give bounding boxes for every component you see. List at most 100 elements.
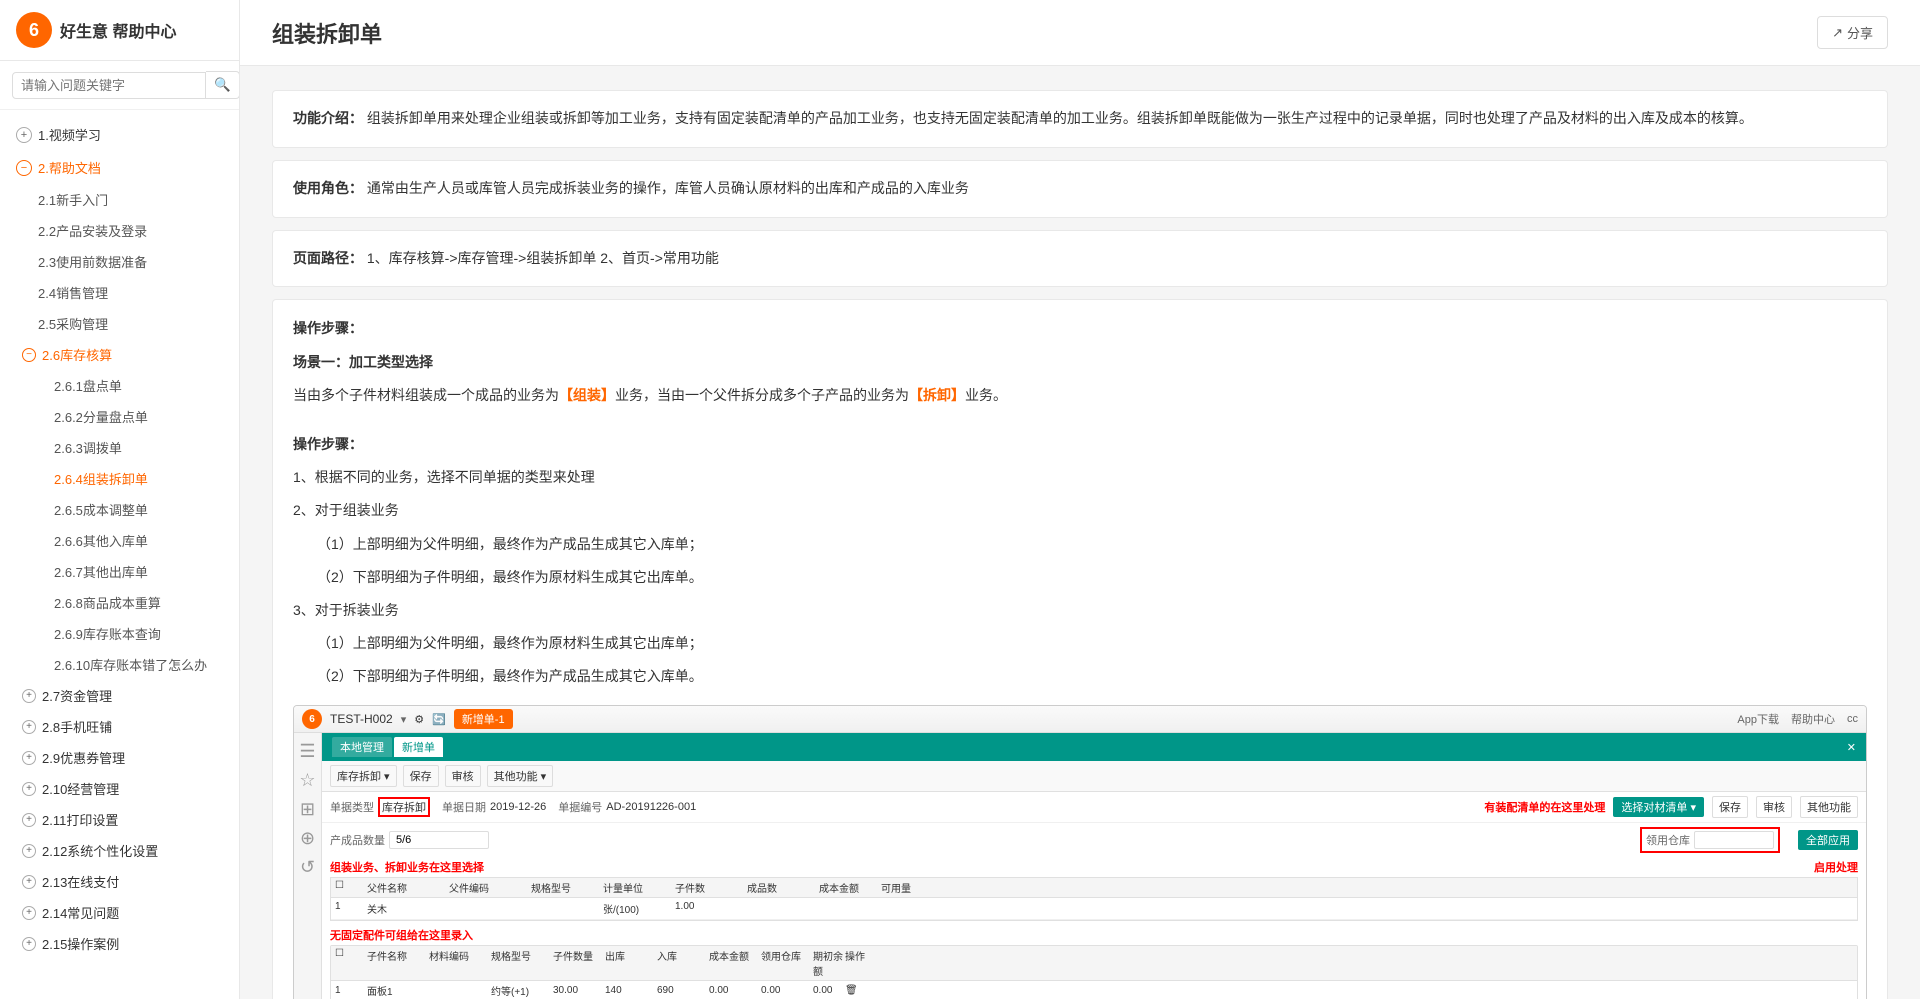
expand-icon-cases: +	[22, 937, 36, 951]
scene-title: 场景一：加工类型选择	[293, 350, 1867, 375]
collapse-icon-warehouse: −	[22, 348, 36, 362]
sidebar-item-stock-query[interactable]: 2.6.9库存账本查询	[16, 618, 239, 649]
expand-icon-finance: +	[22, 689, 36, 703]
sidebar-item-sales[interactable]: 2.4销售管理	[0, 277, 239, 308]
mock-nav-icon-star[interactable]: ☆	[299, 770, 315, 791]
mock-annotation1-text: 有装配清单的在这里处理	[1484, 799, 1605, 815]
step3-2: （2）下部明细为子件明细，最终作为产成品生成其它入库单。	[293, 664, 1867, 689]
mock-upper-table: ☐ 父件名称 父件编码 规格型号 计量单位 子件数 成品数 成本金额 可用量	[330, 877, 1858, 921]
step2-2: （2）下部明细为子件明细，最终作为原材料生成其它出库单。	[293, 565, 1867, 590]
mock-select-btn[interactable]: 选择对材清单 ▾	[1613, 797, 1704, 817]
sidebar-item-purchase[interactable]: 2.5采购管理	[0, 308, 239, 339]
path-text: 1、库存核算->库存管理->组装拆卸单 2、首页->常用功能	[367, 250, 719, 266]
step3-1: （1）上部明细为父件明细，最终作为原材料生成其它出库单；	[293, 631, 1867, 656]
sidebar-header: 6 好生意 帮助中心	[0, 0, 239, 61]
mock-confirm-btn[interactable]: 保存	[1712, 796, 1748, 818]
mock-nav-icon-grid[interactable]: ⊞	[300, 799, 315, 820]
scene-desc: 当由多个子件材料组装成一个成品的业务为【组装】业务，当由一个父件拆分成多个子产品…	[293, 383, 1867, 408]
expand-icon-print: +	[22, 813, 36, 827]
sidebar-item-faq[interactable]: + 2.14常见问题	[0, 897, 239, 928]
mock-annotation4-area: 无固定配件可组给在这里录入	[322, 925, 1866, 945]
mock-warehouse-label: 领用仓库	[1646, 832, 1690, 848]
mock-count-label: 产成品数量	[330, 832, 385, 848]
mock-bill-value: AD-20191226-001	[606, 801, 696, 813]
role-card: 使用角色： 通常由生产人员或库管人员完成拆装业务的操作，库管人员确认原材料的出库…	[272, 160, 1888, 218]
mock-action-area: 有装配清单的在这里处理 选择对材清单 ▾ 保存 审核 其他功能	[708, 796, 1858, 818]
mock-tab-local[interactable]: 本地管理	[332, 737, 392, 757]
mock-app-link: App下载	[1737, 711, 1779, 727]
mock-sub-header: ☐ 子件名称 材料编码 规格型号 子件数量 出库 入库 成本金额 领用仓库	[331, 946, 1857, 981]
sidebar-item-inventory[interactable]: 2.6.1盘点单	[16, 370, 239, 401]
mock-test-id: TEST-H002	[330, 712, 393, 726]
mock-date-value: 2019-12-26	[490, 801, 546, 813]
sidebar-item-assembly[interactable]: 2.6.4组装拆卸单	[16, 463, 239, 494]
mock-upper-row-1: 1 关木 张/(100) 1.00	[331, 898, 1857, 920]
mock-close-icon[interactable]: ✕	[1847, 741, 1856, 754]
mock-other-fn-btn[interactable]: 其他功能	[1800, 796, 1858, 818]
step2: 2、对于组装业务	[293, 498, 1867, 523]
search-input[interactable]	[12, 72, 206, 99]
mock-other-btn[interactable]: 其他功能 ▾	[487, 765, 554, 787]
mock-help: 帮助中心	[1791, 711, 1835, 727]
mock-nav-icon-refresh[interactable]: ↺	[300, 857, 315, 878]
main-content-area: 组装拆卸单 ↗ 分享 功能介绍： 组装拆卸单用来处理企业组装或拆卸等加工业务，支…	[240, 0, 1920, 999]
mock-nav-icon-menu[interactable]: ☰	[299, 741, 315, 762]
step3: 3、对于拆装业务	[293, 598, 1867, 623]
sidebar-item-mobile[interactable]: + 2.8手机旺铺	[0, 711, 239, 742]
sidebar-item-docs[interactable]: − 2.帮助文档	[0, 151, 239, 184]
sidebar-item-transfer[interactable]: 2.6.3调拨单	[16, 432, 239, 463]
sidebar-item-data[interactable]: 2.3使用前数据准备	[0, 246, 239, 277]
mock-logo: 6	[302, 709, 322, 729]
role-text: 通常由生产人员或库管人员完成拆装业务的操作，库管人员确认原材料的出库和产成品的入…	[367, 180, 969, 196]
share-button[interactable]: ↗ 分享	[1817, 16, 1888, 49]
mock-warehouse-input[interactable]	[1694, 831, 1774, 849]
expand-icon-payment: +	[22, 875, 36, 889]
sidebar-item-account-err[interactable]: 2.6.10库存账本错了怎么办	[16, 649, 239, 680]
sidebar-item-video[interactable]: + 1.视频学习	[0, 118, 239, 151]
sidebar-item-warehouse[interactable]: − 2.6库存核算	[0, 339, 239, 370]
sidebar-item-new[interactable]: 2.1新手入门	[0, 184, 239, 215]
sidebar-item-cost-calc[interactable]: 2.6.8商品成本重算	[16, 587, 239, 618]
sidebar-item-install[interactable]: 2.2产品安装及登录	[0, 215, 239, 246]
expand-icon-ops: +	[22, 782, 36, 796]
mock-new-tab-btn[interactable]: 新增单-1	[454, 709, 513, 729]
mock-tab-new[interactable]: 新增单	[394, 737, 443, 757]
ops-title: 操作步骤：	[293, 316, 1867, 341]
mock-warehouse-field: 领用仓库	[1640, 827, 1780, 853]
sidebar-item-other-out[interactable]: 2.6.7其他出库单	[16, 556, 239, 587]
mock-window-bar: 6 TEST-H002 ▾ ⚙ 🔄 新增单-1 App下载 帮助中心 cc	[294, 706, 1866, 733]
sidebar-item-coupon[interactable]: + 2.9优惠券管理	[0, 742, 239, 773]
mock-annotation-row: 组装业务、拆卸业务在这里选择 启用处理	[322, 857, 1866, 877]
search-button[interactable]: 🔍	[206, 71, 240, 99]
sidebar-item-print[interactable]: + 2.11打印设置	[0, 804, 239, 835]
sidebar-item-finance[interactable]: + 2.7资金管理	[0, 680, 239, 711]
mock-upper-header: ☐ 父件名称 父件编码 规格型号 计量单位 子件数 成品数 成本金额 可用量	[331, 878, 1857, 898]
sidebar-item-ops[interactable]: + 2.10经营管理	[0, 773, 239, 804]
mock-type-value: 库存拆卸	[378, 797, 430, 817]
path-label: 页面路径：	[293, 250, 363, 266]
sidebar-item-cost[interactable]: 2.6.5成本调整单	[16, 494, 239, 525]
mock-type-btn[interactable]: 库存拆卸 ▾	[330, 765, 397, 787]
sidebar-item-payment[interactable]: + 2.13在线支付	[0, 866, 239, 897]
mock-save-btn[interactable]: 保存	[403, 765, 439, 787]
mock-document-area: 本地管理 新增单 ✕ 库存拆卸 ▾ 保存 审核 其他功能 ▾	[322, 733, 1866, 999]
sidebar-item-other-in[interactable]: 2.6.6其他入库单	[16, 525, 239, 556]
role-label: 使用角色：	[293, 180, 363, 196]
sidebar-item-cases[interactable]: + 2.15操作案例	[0, 928, 239, 959]
expand-icon-video: +	[16, 127, 32, 143]
sidebar-item-split[interactable]: 2.6.2分量盘点单	[16, 401, 239, 432]
nav-tree: + 1.视频学习 − 2.帮助文档 2.1新手入门 2.2产品安装及登录 2.3…	[0, 110, 239, 999]
screenshot-inner: 6 TEST-H002 ▾ ⚙ 🔄 新增单-1 App下载 帮助中心 cc	[294, 706, 1866, 999]
sidebar: 6 好生意 帮助中心 🔍 + 1.视频学习 − 2.帮助文档 2.1新手入门 2…	[0, 0, 240, 999]
mock-count-input[interactable]	[389, 831, 489, 849]
mock-apply-btn[interactable]: 全部应用	[1798, 830, 1858, 850]
main-header: 组装拆卸单 ↗ 分享	[240, 0, 1920, 66]
mock-bill-label: 单据编号	[558, 799, 602, 815]
expand-icon-coupon: +	[22, 751, 36, 765]
mock-audit-btn[interactable]: 审核	[445, 765, 481, 787]
mock-nav-icon-add[interactable]: ⊕	[300, 828, 315, 849]
mock-form-row1: 单据类型 库存拆卸 单据日期 2019-12-26 单据编号 AD-201912…	[322, 792, 1866, 822]
mock-audit-btn2[interactable]: 审核	[1756, 796, 1792, 818]
sidebar-item-system[interactable]: + 2.12系统个性化设置	[0, 835, 239, 866]
app-logo: 6	[16, 12, 52, 48]
